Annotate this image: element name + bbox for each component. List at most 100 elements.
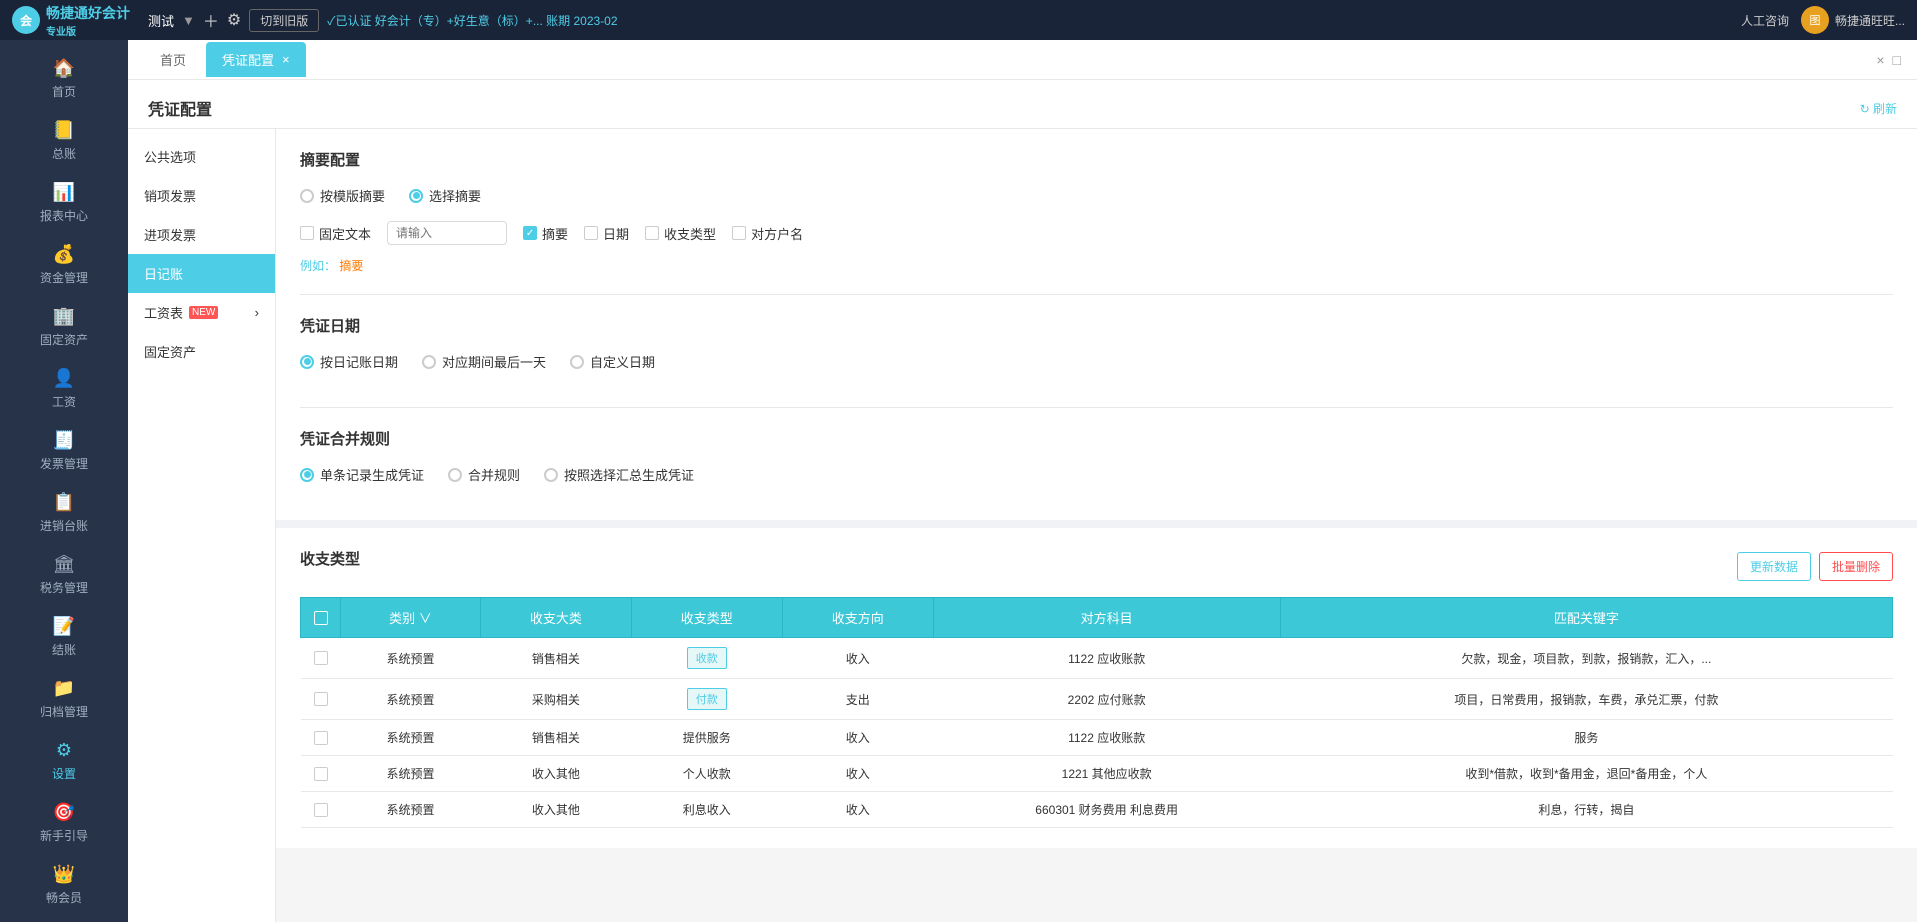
sidebar-item-ledger[interactable]: 📒 总账 — [0, 110, 128, 172]
row-direction-3: 收入 — [782, 720, 933, 756]
checkbox-summary-box: ✓ — [523, 226, 537, 240]
sidebar-item-invoices[interactable]: 🧾 发票管理 — [0, 420, 128, 482]
row-checkbox-1[interactable] — [301, 638, 341, 679]
row-category-1: 系统预置 — [341, 638, 481, 679]
col-type: 收支类型 — [631, 598, 782, 638]
sidebar-item-settings[interactable]: ⚙ 设置 — [0, 730, 128, 792]
sidebar-item-home[interactable]: 🏠 首页 — [0, 48, 128, 110]
row-type-5: 利息收入 — [631, 792, 782, 828]
refresh-icon: ↻ — [1860, 102, 1870, 116]
topbar-middle: 测试 ▼ ＋ ⚙ 切到旧版 ✓已认证 好会计（专）+好生意（标）+... 账期 … — [148, 8, 1733, 32]
radio-last-day[interactable]: 对应期间最后一天 — [422, 352, 546, 371]
sidebar-item-assets[interactable]: 🏢 固定资产 — [0, 296, 128, 358]
header-checkbox[interactable] — [314, 611, 328, 625]
radio-last-day-circle — [422, 355, 436, 369]
tab-maximize-button[interactable]: □ — [1893, 52, 1901, 68]
ledger-icon: 📒 — [53, 120, 75, 141]
right-content: 摘要配置 按模版摘要 选择摘要 — [276, 129, 1917, 922]
sidebar-item-purchase-sales[interactable]: 📋 进销台账 — [0, 482, 128, 544]
row-category-3: 系统预置 — [341, 720, 481, 756]
sidebar-item-close-period[interactable]: 📝 结账 — [0, 606, 128, 668]
radio-template-summary[interactable]: 按模版摘要 — [300, 186, 385, 205]
row-keywords-1: 欠款，现金，项目款，到款，报销款，汇入，... — [1280, 638, 1892, 679]
checkbox-fixed-text-box — [300, 226, 314, 240]
checkbox-counterpart-name[interactable]: 对方户名 — [732, 224, 803, 243]
checkbox-date-box — [584, 226, 598, 240]
radio-merge-rule[interactable]: 合并规则 — [448, 465, 520, 484]
batch-delete-button[interactable]: 批量删除 — [1819, 552, 1893, 581]
add-icon[interactable]: ＋ — [203, 8, 219, 32]
table-row: 系统预置 销售相关 提供服务 收入 1122 应收账款 服务 — [301, 720, 1893, 756]
tab-close-button[interactable]: × — [1876, 52, 1884, 68]
checkbox-summary[interactable]: ✓ 摘要 — [523, 224, 568, 243]
tab-close-icon[interactable]: × — [282, 52, 290, 67]
col-big-category: 收支大类 — [480, 598, 631, 638]
row-account-4: 1221 其他应收款 — [933, 756, 1280, 792]
arrow-icon: › — [255, 305, 259, 320]
table-row: 系统预置 采购相关 付款 支出 2202 应付账款 项目，日常费用，报销款，车费… — [301, 679, 1893, 720]
sidebar-label-invoices: 发票管理 — [40, 455, 88, 472]
sidebar-label-tax: 税务管理 — [40, 579, 88, 596]
table-header-checkbox[interactable] — [301, 598, 341, 638]
sidebar-label-guide: 新手引导 — [40, 827, 88, 844]
sidebar-item-funds[interactable]: 💰 资金管理 — [0, 234, 128, 296]
close-period-icon: 📝 — [53, 616, 75, 637]
consultant-link[interactable]: 人工咨询 — [1741, 12, 1789, 29]
radio-single-record[interactable]: 单条记录生成凭证 — [300, 465, 424, 484]
row-direction-5: 收入 — [782, 792, 933, 828]
type-tag-1[interactable]: 收款 — [687, 647, 727, 669]
update-data-button[interactable]: 更新数据 — [1737, 552, 1811, 581]
row-account-1: 1122 应收账款 — [933, 638, 1280, 679]
dropdown-icon[interactable]: ▼ — [182, 13, 195, 28]
refresh-button[interactable]: ↻ 刷新 — [1860, 100, 1897, 117]
sidebar: 🏠 首页 📒 总账 📊 报表中心 💰 资金管理 🏢 固定资产 👤 工资 🧾 发票… — [0, 40, 128, 922]
sidebar-label-assets: 固定资产 — [40, 331, 88, 348]
radio-aggregate[interactable]: 按照选择汇总生成凭证 — [544, 465, 694, 484]
left-nav-item-purchase-invoice[interactable]: 进项发票 — [128, 215, 275, 254]
radio-custom-date[interactable]: 自定义日期 — [570, 352, 655, 371]
radio-select-summary[interactable]: 选择摘要 — [409, 186, 481, 205]
sidebar-label-purchase-sales: 进销台账 — [40, 517, 88, 534]
left-nav-item-public[interactable]: 公共选项 — [128, 137, 275, 176]
row-account-5: 660301 财务费用 利息费用 — [933, 792, 1280, 828]
type-tag-2[interactable]: 付款 — [687, 688, 727, 710]
sidebar-label-reports: 报表中心 — [40, 207, 88, 224]
sidebar-item-salary[interactable]: 👤 工资 — [0, 358, 128, 420]
row-checkbox-3[interactable] — [301, 720, 341, 756]
row-category-2: 系统预置 — [341, 679, 481, 720]
tab-home[interactable]: 首页 — [144, 42, 202, 77]
left-nav-item-sales-invoice[interactable]: 销项发票 — [128, 176, 275, 215]
tab-bar: 首页 凭证配置 × × □ — [128, 40, 1917, 80]
checkbox-income-type[interactable]: 收支类型 — [645, 224, 716, 243]
row-checkbox-4[interactable] — [301, 756, 341, 792]
row-checkbox-2[interactable] — [301, 679, 341, 720]
left-nav-item-payroll[interactable]: 工资表 NEW › — [128, 293, 275, 332]
invoices-icon: 🧾 — [53, 430, 75, 451]
checkbox-date[interactable]: 日期 — [584, 224, 629, 243]
tab-voucher-config[interactable]: 凭证配置 × — [206, 42, 306, 77]
sidebar-item-reports[interactable]: 📊 报表中心 — [0, 172, 128, 234]
switch-old-version-button[interactable]: 切到旧版 — [249, 9, 319, 32]
sidebar-label-ledger: 总账 — [52, 145, 76, 162]
radio-journal-date-circle — [300, 355, 314, 369]
left-nav-item-journal[interactable]: 日记账 — [128, 254, 275, 293]
settings-icon[interactable]: ⚙ — [227, 10, 241, 30]
row-direction-1: 收入 — [782, 638, 933, 679]
radio-merge-rule-circle — [448, 468, 462, 482]
fixed-text-input[interactable] — [387, 221, 507, 245]
sidebar-item-archive[interactable]: 📁 归档管理 — [0, 668, 128, 730]
voucher-date-title: 凭证日期 — [300, 315, 1893, 336]
home-icon: 🏠 — [53, 58, 75, 79]
row-checkbox-5[interactable] — [301, 792, 341, 828]
checkbox-fixed-text[interactable]: 固定文本 — [300, 224, 371, 243]
row-direction-2: 支出 — [782, 679, 933, 720]
sidebar-item-tax[interactable]: 🏛 税务管理 — [0, 544, 128, 606]
new-badge: NEW — [189, 306, 218, 319]
summary-config-title: 摘要配置 — [300, 149, 1893, 170]
sidebar-item-member[interactable]: 👑 畅会员 — [0, 854, 128, 916]
settings-gear-icon: ⚙ — [56, 740, 72, 761]
radio-by-journal-date[interactable]: 按日记账日期 — [300, 352, 398, 371]
sidebar-item-guide[interactable]: 🎯 新手引导 — [0, 792, 128, 854]
purchase-sales-icon: 📋 — [53, 492, 75, 513]
left-nav-item-fixed-assets[interactable]: 固定资产 — [128, 332, 275, 371]
